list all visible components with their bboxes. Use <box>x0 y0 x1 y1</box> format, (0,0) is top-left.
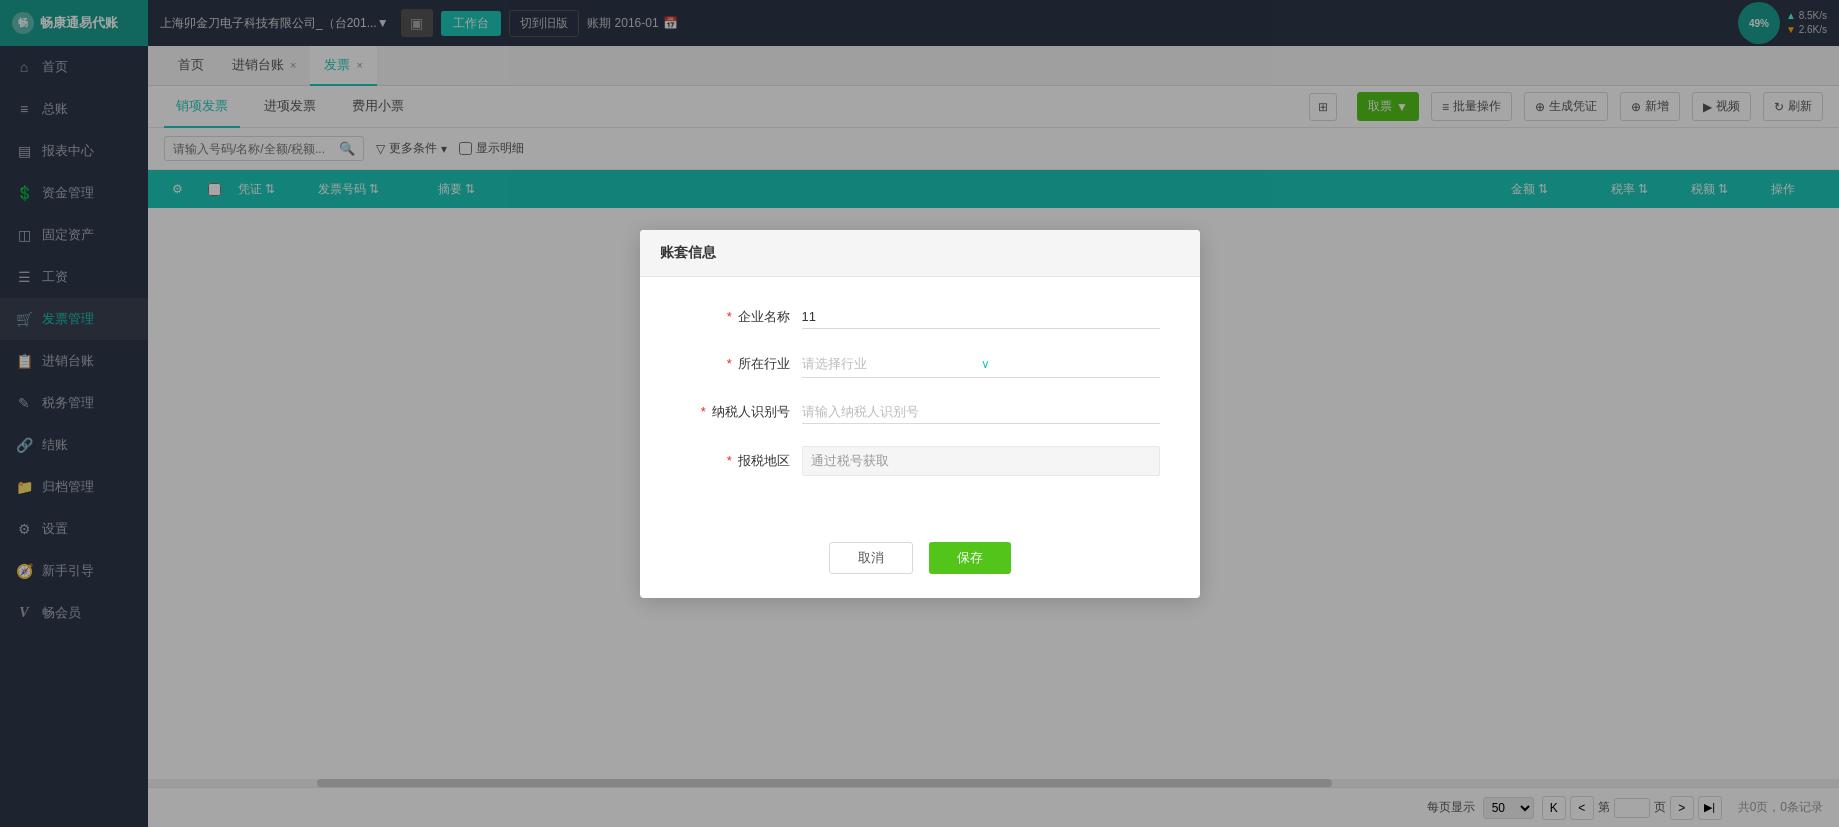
tax-region-label: * 报税地区 <box>680 452 790 470</box>
tax-id-label: * 纳税人识别号 <box>680 403 790 421</box>
modal-header: 账套信息 <box>640 230 1200 277</box>
modal-title: 账套信息 <box>660 244 716 260</box>
industry-placeholder: 请选择行业 <box>802 355 981 373</box>
company-name-label: * 企业名称 <box>680 308 790 326</box>
modal-footer: 取消 保存 <box>640 526 1200 598</box>
company-name-input[interactable] <box>802 305 1160 329</box>
form-row-tax-region: * 报税地区 通过税号获取 <box>680 446 1160 476</box>
industry-label: * 所在行业 <box>680 355 790 373</box>
form-row-company-name: * 企业名称 <box>680 305 1160 329</box>
required-star-region: * <box>727 453 732 468</box>
industry-dropdown-arrow: ∨ <box>981 357 1160 371</box>
tax-region-placeholder: 通过税号获取 <box>811 453 889 468</box>
form-row-industry: * 所在行业 请选择行业 ∨ <box>680 351 1160 378</box>
required-star: * <box>727 309 732 324</box>
industry-select[interactable]: 请选择行业 ∨ <box>802 351 1160 378</box>
tax-region-readonly: 通过税号获取 <box>802 446 1160 476</box>
tax-id-input[interactable] <box>802 400 1160 424</box>
form-row-tax-id: * 纳税人识别号 <box>680 400 1160 424</box>
modal-overlay[interactable]: 账套信息 * 企业名称 * 所在行业 请选择行业 ∨ <box>0 0 1839 827</box>
account-info-modal: 账套信息 * 企业名称 * 所在行业 请选择行业 ∨ <box>640 230 1200 598</box>
required-star-tax: * <box>701 404 706 419</box>
modal-body: * 企业名称 * 所在行业 请选择行业 ∨ * <box>640 277 1200 526</box>
save-button[interactable]: 保存 <box>929 542 1011 574</box>
cancel-button[interactable]: 取消 <box>829 542 913 574</box>
required-star-industry: * <box>727 356 732 371</box>
